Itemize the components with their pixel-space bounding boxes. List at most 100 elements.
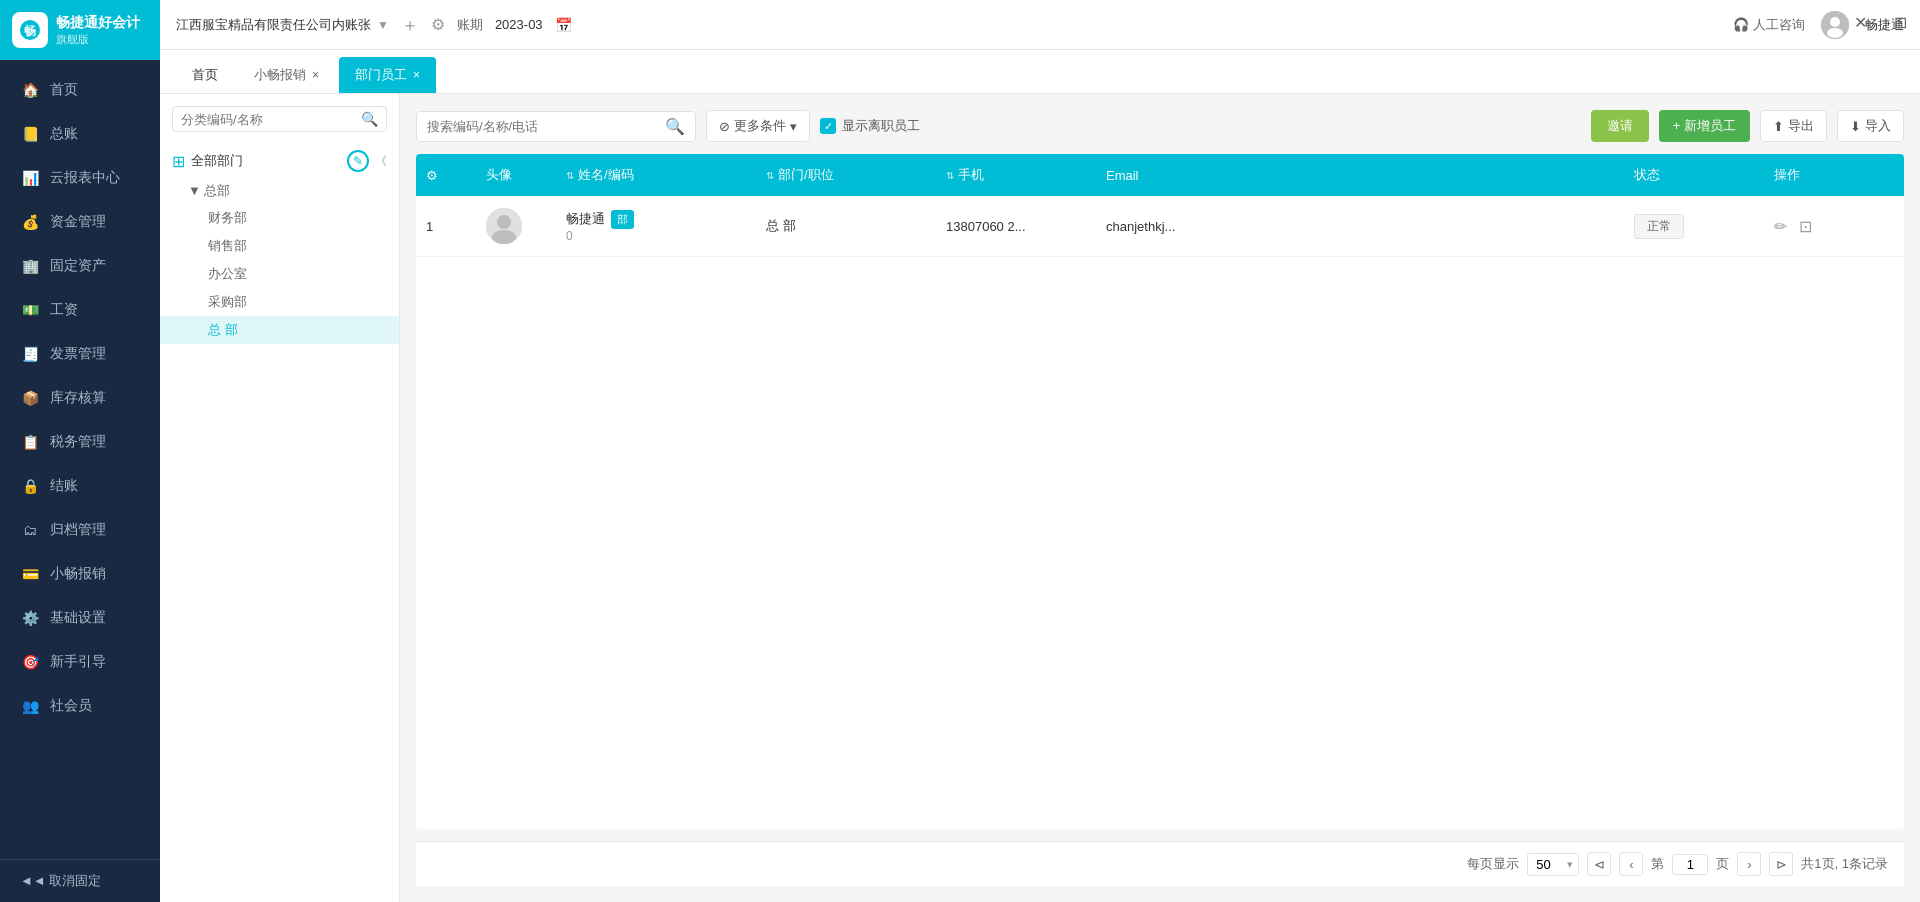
sidebar-item-home[interactable]: 🏠 首页	[0, 68, 160, 112]
dept-search-box[interactable]: 🔍	[172, 106, 387, 132]
sidebar-item-settings[interactable]: ⚙️ 基础设置	[0, 596, 160, 640]
unpin-button[interactable]: ◄◄ 取消固定	[0, 859, 160, 902]
import-button[interactable]: ⬇ 导入	[1837, 110, 1904, 142]
tax-icon: 📋	[20, 432, 40, 452]
tab-home[interactable]: 首页	[176, 57, 234, 93]
tab-expense[interactable]: 小畅报销 ×	[238, 57, 335, 93]
employee-name: 畅捷通	[566, 210, 605, 228]
employee-table: ⚙ 头像 ⇅ 姓名/编码 ⇅ 部门/职位 ⇅ 手机	[416, 154, 1904, 829]
export-icon: ⬆	[1773, 119, 1784, 134]
sidebar-item-funds[interactable]: 💰 资金管理	[0, 200, 160, 244]
employee-search-input[interactable]	[427, 119, 659, 134]
sidebar-item-close[interactable]: 🔒 结账	[0, 464, 160, 508]
th-name-code[interactable]: ⇅ 姓名/编码	[556, 154, 756, 196]
left-panel: 🔍 ⊞ 全部部门 ✎ 《 ▼ 总部 财务部 销售部 办公室 采购部 总 部	[160, 94, 400, 902]
th-phone[interactable]: ⇅ 手机	[936, 154, 1096, 196]
support-button[interactable]: 🎧 人工咨询	[1733, 16, 1805, 34]
row-index: 1	[416, 207, 476, 246]
filter-icon: ⊘	[719, 119, 730, 134]
sidebar-item-assets[interactable]: 🏢 固定资产	[0, 244, 160, 288]
close-window-button[interactable]: ✕	[1840, 2, 1880, 42]
headset-icon: 🎧	[1733, 17, 1749, 32]
add-dept-button[interactable]: ✎	[347, 150, 369, 172]
prev-page-button[interactable]: ‹	[1619, 852, 1643, 876]
sidebar-item-inventory[interactable]: 📦 库存核算	[0, 376, 160, 420]
funds-icon: 💰	[20, 212, 40, 232]
sidebar-item-label: 小畅报销	[50, 565, 106, 583]
tab-home-label: 首页	[192, 66, 218, 84]
page-number-input[interactable]	[1672, 854, 1708, 875]
more-filters-button[interactable]: ⊘ 更多条件 ▾	[706, 110, 810, 142]
phone-value: 13807060 2...	[946, 219, 1026, 234]
dept-procurement[interactable]: 采购部	[160, 288, 399, 316]
row-dept: 总 部	[756, 205, 936, 247]
sidebar-item-label: 新手引导	[50, 653, 106, 671]
per-page-select-wrapper[interactable]: 50 10 20 100	[1527, 853, 1579, 876]
dept-search-input[interactable]	[181, 112, 355, 127]
show-resigned-checkbox[interactable]: ✓ 显示离职员工	[820, 117, 920, 135]
company-name: 江西服宝精品有限责任公司内账张	[176, 16, 371, 34]
tab-dept-close-icon[interactable]: ×	[413, 68, 420, 82]
svg-point-7	[492, 230, 516, 244]
sidebar-item-label: 基础设置	[50, 609, 106, 627]
page-label: 第	[1651, 855, 1664, 873]
dept-sales[interactable]: 销售部	[160, 232, 399, 260]
company-selector[interactable]: 江西服宝精品有限责任公司内账张 ▼	[176, 16, 389, 34]
app-subtitle: 旗舰版	[56, 32, 140, 47]
logout-icon[interactable]: ⊡	[1799, 217, 1812, 236]
invite-label: 邀请	[1607, 118, 1633, 133]
collapse-icon[interactable]: 《	[375, 153, 387, 170]
sidebar-item-reports[interactable]: 📊 云报表中心	[0, 156, 160, 200]
invite-button[interactable]: 邀请	[1591, 110, 1649, 142]
all-dept-label: 全部部门	[191, 152, 341, 170]
home-icon: 🏠	[20, 80, 40, 100]
th-settings[interactable]: ⚙	[416, 154, 476, 196]
sidebar-item-invoices[interactable]: 🧾 发票管理	[0, 332, 160, 376]
per-page-select[interactable]: 50 10 20 100	[1527, 853, 1579, 876]
export-label: 导出	[1788, 117, 1814, 135]
sidebar-item-label: 工资	[50, 301, 78, 319]
dept-general[interactable]: 总 部	[160, 316, 399, 344]
employee-search-box[interactable]: 🔍	[416, 111, 696, 142]
support-label: 人工咨询	[1753, 16, 1805, 34]
sidebar-item-tax[interactable]: 📋 税务管理	[0, 420, 160, 464]
calendar-icon[interactable]: 📅	[555, 17, 572, 33]
maximize-window-button[interactable]: ⊡	[1880, 2, 1920, 42]
edit-icon[interactable]: ✏	[1774, 217, 1787, 236]
sidebar-item-ledger[interactable]: 📒 总账	[0, 112, 160, 156]
th-dept-position[interactable]: ⇅ 部门/职位	[756, 154, 936, 196]
dept-finance[interactable]: 财务部	[160, 204, 399, 232]
next-page-button[interactable]: ›	[1737, 852, 1761, 876]
expense-icon: 💳	[20, 564, 40, 584]
th-avatar-label: 头像	[486, 166, 512, 184]
sidebar-item-members[interactable]: 👥 社会员	[0, 684, 160, 728]
import-icon: ⬇	[1850, 119, 1861, 134]
add-company-icon[interactable]: ＋	[401, 13, 419, 37]
sidebar-item-guide[interactable]: 🎯 新手引导	[0, 640, 160, 684]
main-area: 江西服宝精品有限责任公司内账张 ▼ ＋ ⚙ 账期 2023-03 📅 🎧 人工咨…	[160, 0, 1920, 902]
th-email-label: Email	[1106, 168, 1139, 183]
row-name-code: 畅捷通 部 0	[556, 198, 756, 255]
top-header: 江西服宝精品有限责任公司内账张 ▼ ＋ ⚙ 账期 2023-03 📅 🎧 人工咨…	[160, 0, 1920, 50]
svg-point-6	[497, 215, 511, 229]
members-icon: 👥	[20, 696, 40, 716]
sidebar-item-archive[interactable]: 🗂 归档管理	[0, 508, 160, 552]
th-status-label: 状态	[1634, 166, 1660, 184]
sidebar-item-payroll[interactable]: 💵 工资	[0, 288, 160, 332]
tab-expense-close-icon[interactable]: ×	[312, 68, 319, 82]
settings-gear-icon[interactable]: ⚙	[431, 15, 445, 34]
tab-bar: 首页 小畅报销 × 部门员工 ×	[160, 50, 1920, 94]
sidebar-item-xiaochang[interactable]: 💳 小畅报销	[0, 552, 160, 596]
last-page-button[interactable]: ⊳	[1769, 852, 1793, 876]
first-page-button[interactable]: ⊲	[1587, 852, 1611, 876]
invoices-icon: 🧾	[20, 344, 40, 364]
dept-group-headquarters[interactable]: ▼ 总部	[160, 178, 399, 204]
dept-office[interactable]: 办公室	[160, 260, 399, 288]
export-button[interactable]: ⬆ 导出	[1760, 110, 1827, 142]
right-content: 🔍 ⊘ 更多条件 ▾ ✓ 显示离职员工 邀请 + 新增员工	[400, 94, 1920, 902]
add-employee-button[interactable]: + 新增员工	[1659, 110, 1750, 142]
sidebar-item-label: 资金管理	[50, 213, 106, 231]
period-value: 2023-03	[495, 17, 543, 32]
all-departments-header[interactable]: ⊞ 全部部门 ✎ 《	[160, 144, 399, 178]
tab-dept-employee[interactable]: 部门员工 ×	[339, 57, 436, 93]
